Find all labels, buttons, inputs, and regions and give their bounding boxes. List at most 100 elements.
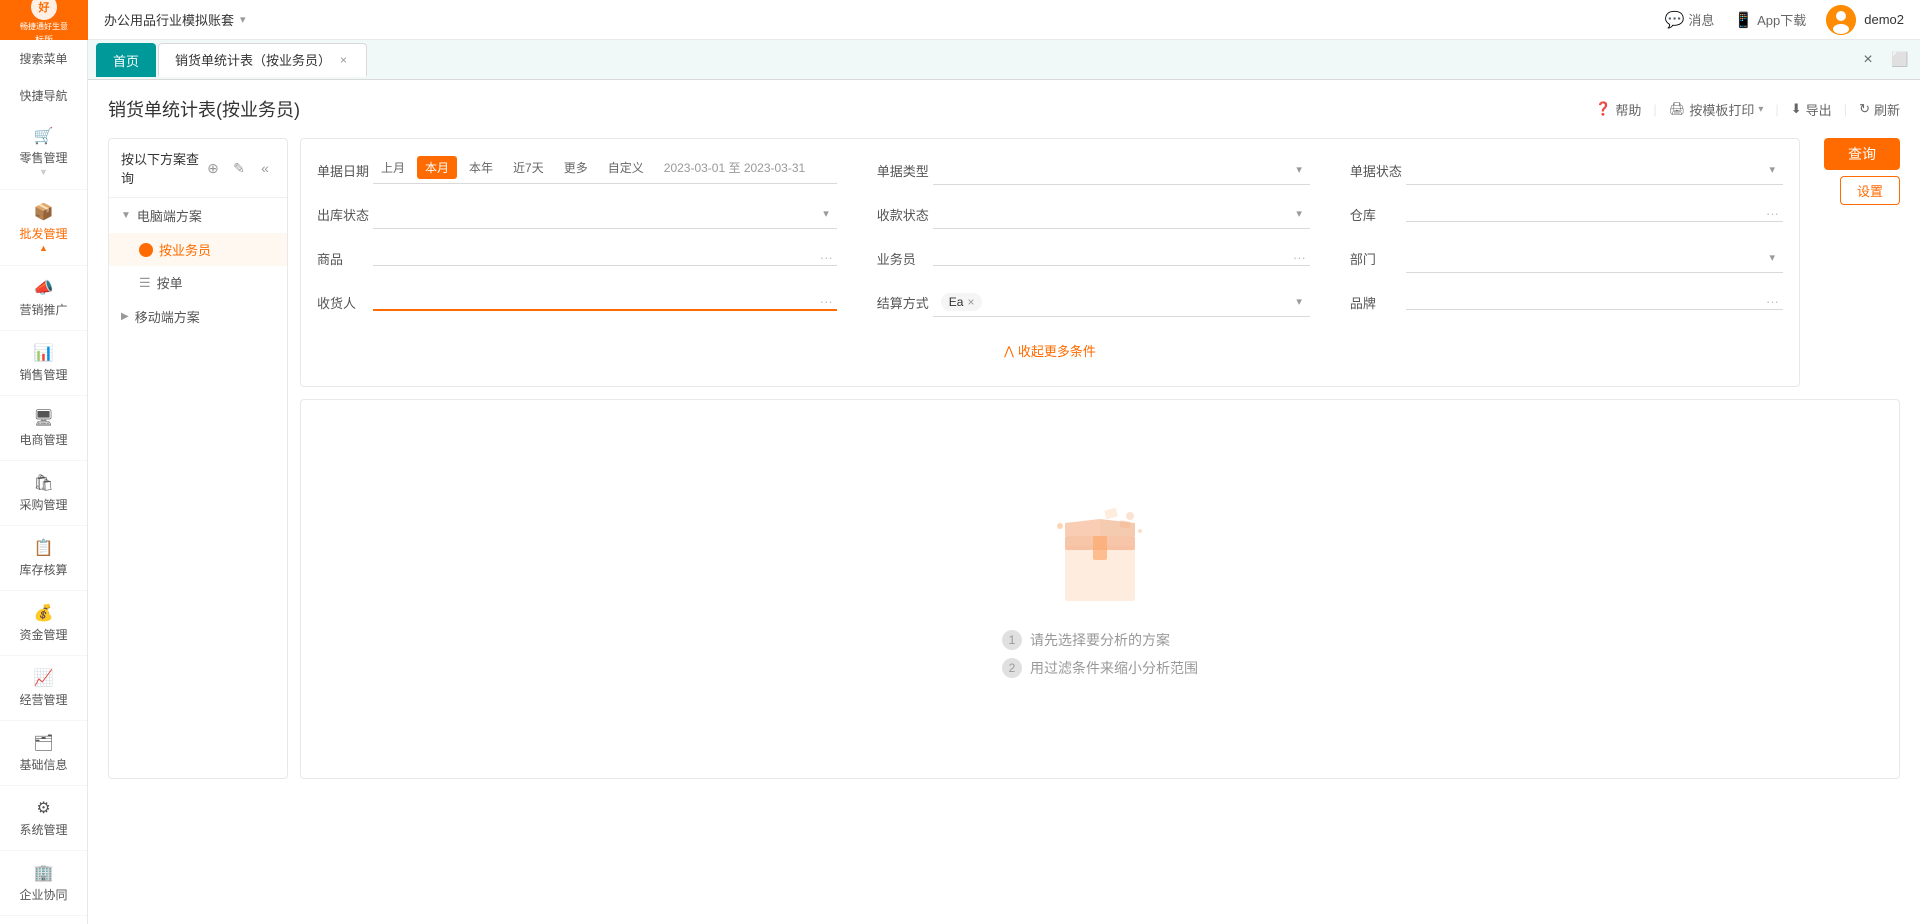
template-print-label: 按模板打印	[1689, 100, 1754, 119]
sidebar-item-purchase[interactable]: 🛍 采购管理	[0, 461, 87, 526]
export-icon: ⬇	[1791, 101, 1802, 117]
receiver-more-icon[interactable]: ···	[816, 294, 837, 309]
brand-more-icon[interactable]: ···	[1762, 294, 1783, 309]
tree-label-doc: 按单	[157, 273, 183, 292]
content-area: 首页 销货单统计表（按业务员） × × ⬜ 销货单统计表(按业务员)	[88, 40, 1920, 924]
message-action[interactable]: 💬 消息	[1664, 10, 1714, 30]
refresh-icon: ↻	[1859, 101, 1870, 117]
brand-input-wrap: ···	[1406, 294, 1783, 310]
date-btn-more[interactable]: 更多	[556, 156, 596, 179]
tree-label-salesperson: 按业务员	[159, 240, 211, 259]
help-btn[interactable]: ❓ 帮助	[1595, 100, 1641, 119]
user-profile[interactable]: demo2	[1826, 5, 1904, 35]
workspace-selector[interactable]: 办公用品行业模拟账套 ▾	[88, 10, 1648, 29]
filter-warehouse: 仓库 ···	[1350, 205, 1783, 224]
divider3: |	[1844, 102, 1847, 117]
date-btn-custom[interactable]: 自定义	[600, 156, 652, 179]
payment-tag-close[interactable]: ×	[967, 295, 974, 309]
tree-item-by-salesperson[interactable]: 按业务员	[109, 233, 287, 266]
out-status-select[interactable]: ▾	[373, 199, 837, 229]
tree-arrow-mobile: ▶	[121, 311, 129, 322]
receiver-input[interactable]	[373, 294, 816, 309]
user-avatar	[1826, 5, 1856, 35]
receipt-status-select[interactable]: ▾	[933, 199, 1310, 229]
sidebar-item-newbie[interactable]: 🎓 新手引导	[0, 916, 87, 924]
tab-close-window[interactable]: ×	[1856, 48, 1880, 72]
settings-button[interactable]: 设置	[1840, 176, 1900, 205]
brand-logo: 好	[31, 0, 57, 20]
panel-icons: ⊕ ✎ «	[203, 158, 275, 178]
tip-num-1: 1	[1002, 630, 1022, 650]
date-btn-7days[interactable]: 近7天	[505, 156, 552, 179]
doc-status-select[interactable]: ▾	[1406, 155, 1783, 185]
brand-input[interactable]	[1406, 294, 1762, 309]
filter-row-3: 商品 ··· 业务员	[317, 243, 1783, 273]
warehouse-input[interactable]	[1406, 206, 1762, 221]
page-actions: ❓ 帮助 | 🖨 按模板打印 ▾ | ⬇	[1595, 100, 1900, 119]
dept-select[interactable]: ▾	[1406, 243, 1783, 273]
tab-close-icon[interactable]: ×	[337, 52, 350, 68]
date-btn-thisyear[interactable]: 本年	[461, 156, 501, 179]
sidebar-item-retail[interactable]: 🛒 零售管理 ▼	[0, 114, 87, 190]
goods-more-icon[interactable]: ···	[816, 250, 837, 265]
divider1: |	[1653, 102, 1656, 117]
sidebar-item-ecom[interactable]: 🖥 电商管理	[0, 396, 87, 461]
payment-method-select[interactable]: Ea × ▾	[933, 287, 1310, 317]
salesperson-input-wrap: ···	[933, 250, 1310, 266]
filter-container: 单据日期 上月 本月 本年 近7天 更多 自定义	[300, 138, 1800, 387]
page-title: 销货单统计表(按业务员)	[108, 96, 300, 122]
date-btn-lastmonth[interactable]: 上月	[373, 156, 413, 179]
panel-add-icon[interactable]: ⊕	[203, 158, 223, 178]
salesperson-input[interactable]	[933, 250, 1289, 265]
filter-doc-type: 单据类型 ▾	[877, 155, 1310, 185]
tree-label-desktop: 电脑端方案	[137, 206, 202, 225]
tree-item-mobile[interactable]: ▶ 移动端方案	[109, 299, 287, 334]
sidebar-item-system[interactable]: ⚙ 系统管理	[0, 786, 87, 851]
doc-type-select[interactable]: ▾	[933, 155, 1310, 185]
search-menu[interactable]: 搜索菜单	[0, 40, 87, 77]
tree-item-desktop[interactable]: ▼ 电脑端方案	[109, 198, 287, 233]
panel-collapse-icon[interactable]: «	[255, 158, 275, 178]
sidebar: 搜索菜单 快捷导航 🛒 零售管理 ▼ 📦 批发管理 ▲ 📣 营销推广 📊 销售管…	[0, 40, 88, 924]
export-btn[interactable]: ⬇ 导出	[1791, 100, 1832, 119]
payment-tag: Ea ×	[941, 293, 983, 311]
filter-date: 单据日期 上月 本月 本年 近7天 更多 自定义	[317, 156, 837, 184]
sidebar-item-sales[interactable]: 📊 销售管理	[0, 331, 87, 396]
date-range-display: 2023-03-01 至 2023-03-31	[664, 159, 805, 176]
sidebar-item-basic[interactable]: 🗂 基础信息	[0, 721, 87, 786]
sidebar-item-enterprise[interactable]: 🏢 企业协同	[0, 851, 87, 916]
tree-item-by-doc[interactable]: ☰ 按单	[109, 266, 287, 299]
add-icon: ⊕	[207, 160, 219, 177]
purchase-icon: 🛍	[8, 473, 79, 493]
filter-doc-status: 单据状态 ▾	[1350, 155, 1783, 185]
quick-nav[interactable]: 快捷导航	[0, 77, 87, 114]
warehouse-more-icon[interactable]: ···	[1762, 206, 1783, 221]
retail-arrow: ▼	[8, 167, 79, 177]
tab-restore-window[interactable]: ⬜	[1888, 48, 1912, 72]
refresh-btn[interactable]: ↻ 刷新	[1859, 100, 1900, 119]
app-download-action[interactable]: 📱 App下载	[1734, 10, 1806, 29]
collapse-btn[interactable]: ⋀ 收起更多条件	[317, 331, 1783, 370]
tip-text-2: 用过滤条件来缩小分析范围	[1030, 658, 1198, 678]
tab-sales-stats[interactable]: 销货单统计表（按业务员） ×	[158, 43, 367, 77]
sidebar-item-operation[interactable]: 📈 经营管理	[0, 656, 87, 721]
app-download-icon: 📱	[1734, 11, 1753, 29]
date-btn-thismonth[interactable]: 本月	[417, 156, 457, 179]
query-button[interactable]: 查询	[1824, 138, 1900, 170]
collapse-left-icon: «	[261, 160, 269, 176]
sidebar-item-wholesale[interactable]: 📦 批发管理 ▲	[0, 190, 87, 266]
sidebar-item-finance[interactable]: 💰 资金管理	[0, 591, 87, 656]
system-icon: ⚙	[8, 798, 79, 818]
enterprise-label: 企业协同	[8, 886, 79, 903]
sidebar-item-inventory[interactable]: 📋 库存核算	[0, 526, 87, 591]
sidebar-item-marketing[interactable]: 📣 营销推广	[0, 266, 87, 331]
empty-state: 1 请先选择要分析的方案 2 用过滤条件来缩小分析范围	[982, 421, 1218, 758]
goods-input[interactable]	[373, 250, 816, 265]
tab-home[interactable]: 首页	[96, 43, 156, 77]
salesperson-more-icon[interactable]: ···	[1289, 250, 1310, 265]
panel-edit-icon[interactable]: ✎	[229, 158, 249, 178]
user-name: demo2	[1864, 12, 1904, 27]
template-print-btn[interactable]: 🖨 按模板打印 ▾	[1669, 100, 1764, 119]
doc-icon: ☰	[139, 275, 151, 291]
filter-receiver: 收货人 ···	[317, 293, 837, 312]
